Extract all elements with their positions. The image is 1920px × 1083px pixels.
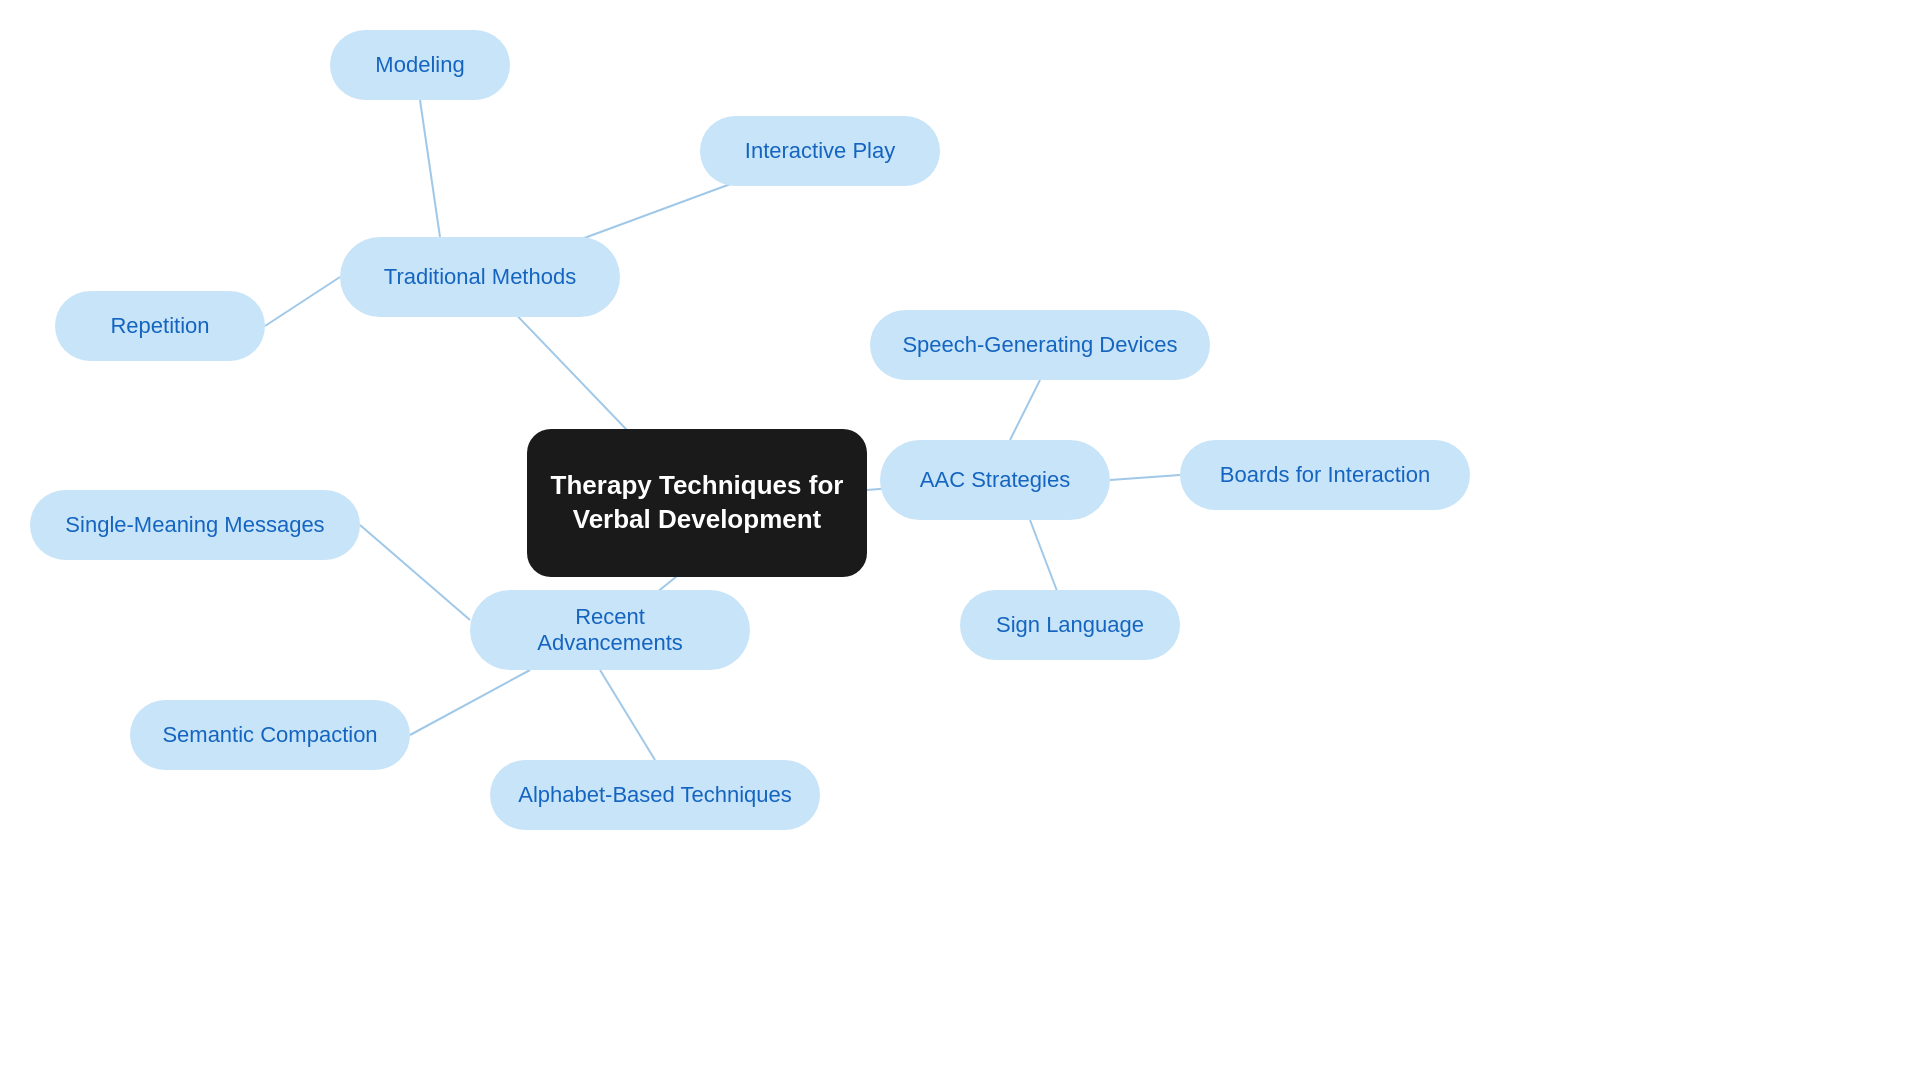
repetition-node: Repetition	[55, 291, 265, 361]
svg-line-1	[420, 100, 440, 237]
traditional-methods-node: Traditional Methods	[340, 237, 620, 317]
sign-language-node: Sign Language	[960, 590, 1180, 660]
svg-line-6	[1110, 475, 1180, 480]
alphabet-based-node: Alphabet-Based Techniques	[490, 760, 820, 830]
speech-generating-node: Speech-Generating Devices	[870, 310, 1210, 380]
svg-line-9	[360, 525, 470, 620]
single-meaning-node: Single-Meaning Messages	[30, 490, 360, 560]
main-node: Therapy Techniques for Verbal Developmen…	[527, 429, 867, 577]
modeling-node: Modeling	[330, 30, 510, 100]
semantic-compaction-node: Semantic Compaction	[130, 700, 410, 770]
svg-line-5	[1010, 380, 1040, 440]
interactive-play-node: Interactive Play	[700, 116, 940, 186]
aac-strategies-node: AAC Strategies	[880, 440, 1110, 520]
svg-line-10	[410, 670, 530, 735]
svg-line-11	[600, 670, 655, 760]
boards-interaction-node: Boards for Interaction	[1180, 440, 1470, 510]
recent-advancements-node: Recent Advancements	[470, 590, 750, 670]
svg-line-3	[265, 277, 340, 326]
